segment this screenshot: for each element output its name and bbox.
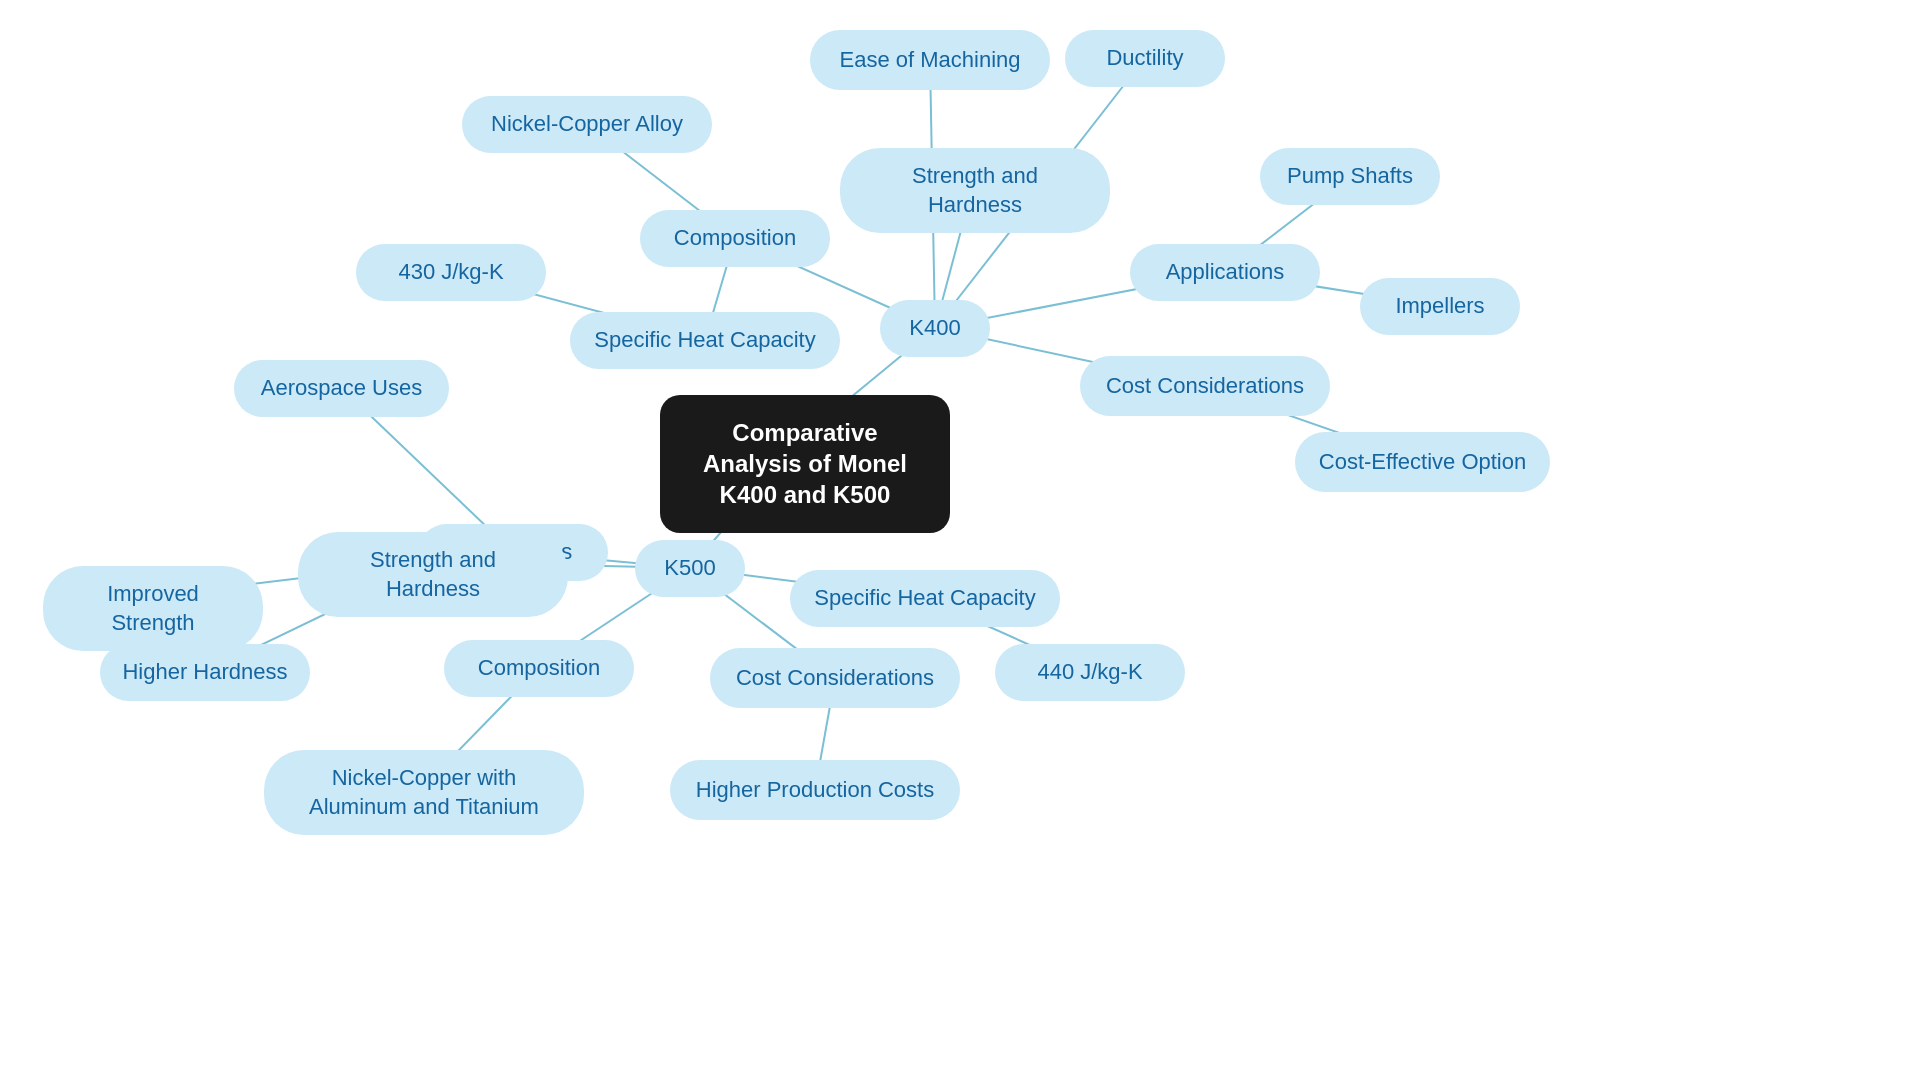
node-k500_aerospace: Aerospace Uses [234,360,449,417]
node-k400_apps: Applications [1130,244,1320,301]
node-k400_nickel: Nickel-Copper Alloy [462,96,712,153]
node-k500_hardness: Higher Hardness [100,644,310,701]
node-k500_improved: Improved Strength [43,566,263,651]
node-k500_440: 440 J/kg-K [995,644,1185,701]
node-k500_shc: Specific Heat Capacity [790,570,1060,627]
node-k400: K400 [880,300,990,357]
node-k400_ease: Ease of Machining [810,30,1050,90]
node-k400_composition: Composition [640,210,830,267]
node-k500_strength: Strength and Hardness [298,532,568,617]
node-k400_costeff: Cost-Effective Option [1295,432,1550,492]
node-center: Comparative Analysis of Monel K400 and K… [660,395,950,533]
node-k400_cost: Cost Considerations [1080,356,1330,416]
node-k400_ductility: Ductility [1065,30,1225,87]
node-k500_cost: Cost Considerations [710,648,960,708]
node-k500: K500 [635,540,745,597]
node-k400_pumpshafts: Pump Shafts [1260,148,1440,205]
node-k400_430: 430 J/kg-K [356,244,546,301]
node-k500_nickel: Nickel-Copper with Aluminum and Titanium [264,750,584,835]
node-k500_highcost: Higher Production Costs [670,760,960,820]
node-k500_composition: Composition [444,640,634,697]
node-k400_impellers: Impellers [1360,278,1520,335]
node-k400_shc: Specific Heat Capacity [570,312,840,369]
node-k400_strength: Strength and Hardness [840,148,1110,233]
